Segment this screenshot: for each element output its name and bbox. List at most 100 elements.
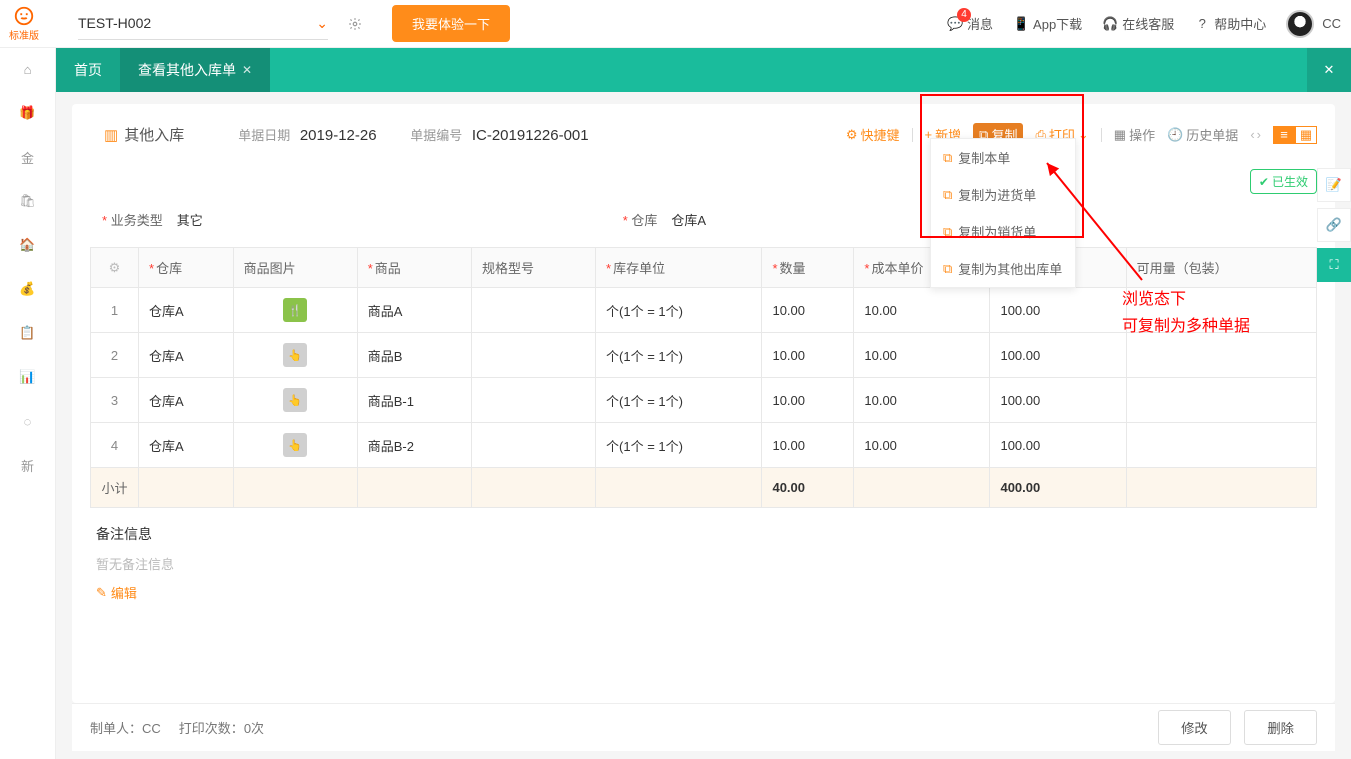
view-grid-button[interactable]: ▦ (1295, 126, 1317, 144)
col-product: *商品 (357, 248, 471, 288)
message-badge: 4 (957, 8, 971, 22)
cell-available (1126, 423, 1316, 468)
user-name: CC (1322, 16, 1341, 31)
nav-house-icon[interactable]: ⾦ (17, 146, 39, 168)
cell-spec (471, 423, 595, 468)
nav-money-icon[interactable]: 💰 (17, 278, 39, 300)
close-icon[interactable]: ✕ (242, 63, 252, 77)
col-settings[interactable]: ⚙ (91, 248, 139, 288)
tabs-close-all[interactable]: ✕ (1307, 48, 1351, 92)
cell-price: 10.00 (854, 378, 990, 423)
online-service-link[interactable]: 🎧 在线客服 (1102, 14, 1174, 33)
cell-amount: 100.00 (990, 333, 1126, 378)
history-icon: 🕘 (1167, 127, 1183, 143)
cell-qty: 10.00 (762, 288, 854, 333)
grid-icon: ▦ (1114, 127, 1126, 143)
copy-dropdown-item[interactable]: ⧉复制本单 (931, 139, 1075, 176)
history-button[interactable]: 🕘历史单据 (1167, 125, 1238, 144)
help-center-link[interactable]: ? 帮助中心 (1194, 14, 1266, 33)
subtotal-label: 小计 (91, 468, 139, 508)
left-nav-rail: ⌂ 🎁 ⾦ 🛍 🏠 💰 📋 📊 ◌ 新 (0, 48, 56, 759)
shortcut-link[interactable]: ⚙快捷键 (846, 125, 900, 144)
subtotal-row: 小计40.00400.00 (91, 468, 1317, 508)
chevron-left-icon[interactable]: ‹ (1250, 127, 1254, 142)
messages-link[interactable]: 💬 4 消息 (947, 14, 993, 33)
phone-icon: 📱 (1013, 16, 1029, 32)
nav-bag-icon[interactable]: 🛍 (17, 190, 39, 212)
chevron-right-icon[interactable]: › (1257, 127, 1261, 142)
delete-button[interactable]: 删除 (1244, 710, 1317, 745)
col-qty: *数量 (762, 248, 854, 288)
nav-home-icon[interactable]: ⌂ (17, 58, 39, 80)
right-rail-note-icon[interactable]: 📝 (1317, 168, 1351, 202)
date-value: 2019-12-26 (300, 127, 377, 144)
nav-report-icon[interactable]: 📊 (17, 366, 39, 388)
cell-image: 👆 (233, 423, 357, 468)
right-rail-expand-icon[interactable]: ⛶ (1317, 248, 1351, 282)
product-thumb-icon: 👆 (283, 433, 307, 457)
copy-dropdown-item[interactable]: ⧉复制为进货单 (931, 176, 1075, 213)
cell-image: 👆 (233, 333, 357, 378)
cell-price: 10.00 (854, 288, 990, 333)
nav-clipboard-icon[interactable]: 📋 (17, 322, 39, 344)
tab-current[interactable]: 查看其他入库单 ✕ (120, 48, 270, 92)
nav-arrows[interactable]: ‹› (1250, 127, 1261, 142)
cell-qty: 10.00 (762, 423, 854, 468)
tab-home[interactable]: 首页 (56, 48, 120, 92)
app-logo[interactable]: 标准版 (0, 0, 48, 48)
col-unit: *库存单位 (596, 248, 762, 288)
cell-unit: 个(1个 = 1个) (596, 423, 762, 468)
cell-product: 商品B-2 (357, 423, 471, 468)
product-thumb-icon: 👆 (283, 388, 307, 412)
copy-dropdown-item[interactable]: ⧉复制为销货单 (931, 213, 1075, 250)
cell-product: 商品B-1 (357, 378, 471, 423)
cell-amount: 100.00 (990, 288, 1126, 333)
nav-gift-icon[interactable]: 🎁 (17, 102, 39, 124)
nav-new-icon[interactable]: 新 (17, 454, 39, 476)
nav-warehouse-icon[interactable]: 🏠 (17, 234, 39, 256)
doc-no-label: 单据编号 (410, 128, 462, 143)
right-rail: 📝 🔗 ⛶ (1317, 168, 1351, 282)
gear-icon (348, 17, 362, 31)
copy-dropdown-item[interactable]: ⧉复制为其他出库单 (931, 250, 1075, 287)
col-warehouse: *仓库 (139, 248, 234, 288)
row-index: 1 (91, 288, 139, 333)
cell-warehouse: 仓库A (139, 378, 234, 423)
copy-item-icon: ⧉ (943, 187, 952, 203)
doc-no-value: IC-20191226-001 (472, 127, 589, 144)
notes-edit-button[interactable]: ✎编辑 (96, 583, 137, 602)
row-index: 4 (91, 423, 139, 468)
notes-section: 备注信息 暂无备注信息 ✎编辑 (72, 508, 1335, 618)
copy-item-icon: ⧉ (943, 150, 952, 166)
footer-bar: 制单人：CC 打印次数：0次 修改 删除 (72, 703, 1335, 751)
nav-sync-icon[interactable]: ◌ (17, 410, 39, 432)
avatar[interactable] (1286, 10, 1314, 38)
chevron-down-icon: ⌄ (316, 15, 328, 32)
biz-type-field: * 业务类型 其它 (102, 210, 203, 229)
print-count-info: 打印次数：0次 (179, 718, 264, 737)
copy-item-icon: ⧉ (943, 261, 952, 277)
table-row[interactable]: 3仓库A👆商品B-1个(1个 = 1个)10.0010.00100.00 (91, 378, 1317, 423)
tabs-bar: 首页 查看其他入库单 ✕ ✕ (56, 48, 1351, 92)
creator-info: 制单人：CC (90, 718, 161, 737)
right-rail-link-icon[interactable]: 🔗 (1317, 208, 1351, 242)
view-list-button[interactable]: ≡ (1273, 126, 1295, 144)
chevron-down-icon: ⌄ (1078, 127, 1089, 143)
cell-unit: 个(1个 = 1个) (596, 288, 762, 333)
cell-amount: 100.00 (990, 378, 1126, 423)
panel-tab[interactable]: ▥ 其他入库 (90, 118, 198, 151)
col-available: 可用量（包装） (1126, 248, 1316, 288)
cell-amount: 100.00 (990, 423, 1126, 468)
shop-name: TEST-H002 (78, 15, 151, 31)
ops-button[interactable]: ▦操作 (1114, 125, 1155, 144)
cell-unit: 个(1个 = 1个) (596, 333, 762, 378)
shop-selector[interactable]: TEST-H002 ⌄ (78, 8, 328, 40)
table-row[interactable]: 4仓库A👆商品B-2个(1个 = 1个)10.0010.00100.00 (91, 423, 1317, 468)
cell-image: 🍴 (233, 288, 357, 333)
subtotal-qty: 40.00 (762, 468, 854, 508)
row-index: 2 (91, 333, 139, 378)
settings-button[interactable] (348, 17, 362, 31)
trial-button[interactable]: 我要体验一下 (392, 5, 510, 42)
app-download-link[interactable]: 📱 App下载 (1013, 14, 1082, 33)
modify-button[interactable]: 修改 (1158, 710, 1231, 745)
